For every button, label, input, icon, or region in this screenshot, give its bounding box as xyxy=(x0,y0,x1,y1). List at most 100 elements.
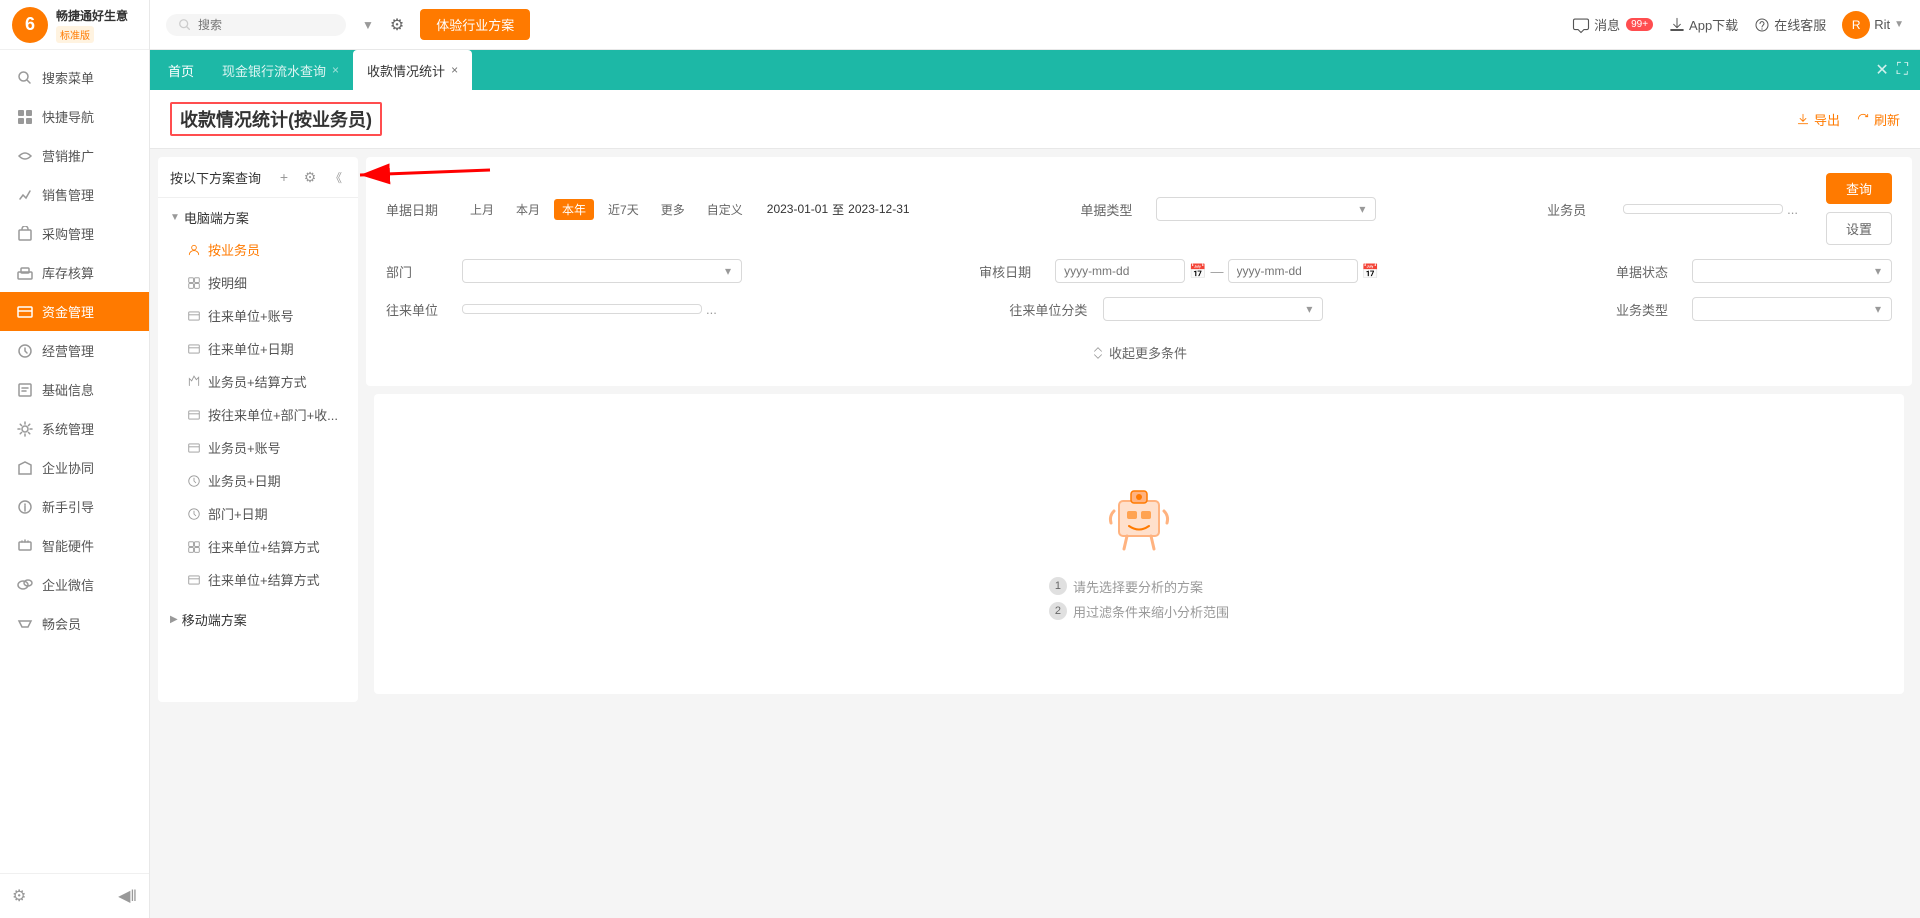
add-scheme-btn[interactable]: + xyxy=(274,167,294,187)
date-range-end: 2023-12-31 xyxy=(848,202,909,216)
sidebar-footer: ⚙ ◀‖ xyxy=(0,873,149,918)
guide-icon xyxy=(16,498,34,516)
tab-collection-stats-close[interactable]: × xyxy=(451,63,458,77)
mobile-group-header[interactable]: ▶ 移动端方案 xyxy=(158,604,358,635)
sidebar-item-purchase[interactable]: 采购管理 xyxy=(0,214,149,253)
sales-icon xyxy=(16,186,34,204)
scheme-item-counterpart-settlement1-label: 往来单位+结算方式 xyxy=(208,537,320,556)
collapse-more-btn[interactable]: 收起更多条件 xyxy=(1083,335,1195,370)
counterpart-input[interactable] xyxy=(462,304,702,314)
audit-date-start-input[interactable] xyxy=(1055,259,1185,283)
sidebar-item-search[interactable]: 搜索菜单 xyxy=(0,58,149,97)
sidebar-label-inventory: 库存核算 xyxy=(42,263,94,282)
scheme-item-by-details[interactable]: 按明细 xyxy=(158,266,358,299)
messages-btn[interactable]: 消息 99+ xyxy=(1572,15,1653,34)
tab-maximize-icon[interactable]: ⛶ xyxy=(1897,61,1908,79)
query-action-group: 查询 设置 xyxy=(1826,173,1892,245)
service-icon xyxy=(1754,17,1770,33)
sidebar-item-quicknav[interactable]: 快捷导航 xyxy=(0,97,149,136)
tab-bank-flow[interactable]: 现金银行流水查询 × xyxy=(208,50,353,90)
scheme-item-salesperson-settlement[interactable]: 业务员+结算方式 xyxy=(158,365,358,398)
messages-badge: 99+ xyxy=(1626,18,1653,31)
tab-close-all-icon[interactable]: ✕ xyxy=(1875,60,1888,80)
date-btn-custom[interactable]: 自定义 xyxy=(699,199,751,220)
audit-date-start-cal-icon[interactable]: 📅 xyxy=(1189,263,1206,280)
scheme-item-dept-date[interactable]: 部门+日期 xyxy=(158,497,358,530)
audit-date-end-input[interactable] xyxy=(1228,259,1358,283)
sidebar-label-quicknav: 快捷导航 xyxy=(42,107,94,126)
set-btn[interactable]: 设置 xyxy=(1826,212,1892,245)
desktop-group-header[interactable]: ▼ 电脑端方案 xyxy=(158,202,358,233)
counterpart-input-group: ... xyxy=(462,302,717,317)
date-btn-this-month[interactable]: 本月 xyxy=(508,199,548,220)
doc-type-select[interactable]: ▾ xyxy=(1156,197,1376,221)
collapse-sidebar-btn[interactable]: ◀‖ xyxy=(118,886,137,906)
scheme-item-salesperson-date[interactable]: 业务员+日期 xyxy=(158,464,358,497)
logo-area: 6 畅捷通好生意 标准版 xyxy=(0,0,149,50)
tab-home-label: 首页 xyxy=(168,61,194,80)
date-btn-this-year[interactable]: 本年 xyxy=(554,199,594,220)
scheme-settings-btn[interactable]: ⚙ xyxy=(300,167,320,187)
collapse-icon xyxy=(1091,346,1105,360)
salesperson-input[interactable] xyxy=(1623,204,1783,214)
try-industry-btn[interactable]: 体验行业方案 xyxy=(420,9,530,40)
topbar-settings-icon[interactable]: ⚙ xyxy=(390,15,404,35)
app-download-btn[interactable]: App下载 xyxy=(1669,15,1738,34)
sidebar-item-system[interactable]: 系统管理 xyxy=(0,409,149,448)
purchase-icon xyxy=(16,225,34,243)
topbar: ▼ ⚙ 体验行业方案 消息 99+ App下载 在线客服 R Rit ▼ xyxy=(150,0,1920,50)
user-dropdown-arrow[interactable]: ▼ xyxy=(1894,19,1904,30)
date-btn-more[interactable]: 更多 xyxy=(653,199,693,220)
sidebar-item-vip[interactable]: 畅会员 xyxy=(0,604,149,643)
refresh-label: 刷新 xyxy=(1874,110,1900,129)
sidebar-item-ops[interactable]: 经营管理 xyxy=(0,331,149,370)
online-service-btn[interactable]: 在线客服 xyxy=(1754,15,1826,34)
sidebar-item-wechat[interactable]: 企业微信 xyxy=(0,565,149,604)
tab-collection-stats[interactable]: 收款情况统计 × xyxy=(353,50,472,90)
query-btn[interactable]: 查询 xyxy=(1826,173,1892,204)
sidebar-item-guide[interactable]: 新手引导 xyxy=(0,487,149,526)
salesperson-more-btn[interactable]: ... xyxy=(1787,202,1798,217)
scheme-item-counterpart-date[interactable]: 往来单位+日期 xyxy=(158,332,358,365)
tab-bar: 首页 现金银行流水查询 × 收款情况统计 × ✕ ⛶ xyxy=(150,50,1920,90)
counterpart-cat-select[interactable]: ▾ xyxy=(1103,297,1323,321)
scheme-item-counterpart-account[interactable]: 往来单位+账号 xyxy=(158,299,358,332)
audit-date-end-cal-icon[interactable]: 📅 xyxy=(1362,263,1379,280)
counterpart-more-btn[interactable]: ... xyxy=(706,302,717,317)
tip-1-num: 1 xyxy=(1049,577,1067,595)
refresh-icon xyxy=(1856,112,1870,126)
sidebar-item-finance[interactable]: 资金管理 xyxy=(0,292,149,331)
user-name[interactable]: R Rit ▼ xyxy=(1842,11,1904,39)
scheme-item-by-salesperson[interactable]: 按业务员 xyxy=(158,233,358,266)
tab-home[interactable]: 首页 xyxy=(154,50,208,90)
sidebar-item-marketing[interactable]: 营销推广 xyxy=(0,136,149,175)
tab-bank-flow-close[interactable]: × xyxy=(332,63,339,77)
content-layout: 按以下方案查询 + ⚙ 《 ▼ 电脑端方案 xyxy=(150,149,1920,702)
sidebar-item-enterprise[interactable]: 企业协同 xyxy=(0,448,149,487)
scheme-item-by-counterpart-dept[interactable]: 按往来单位+部门+收... xyxy=(158,398,358,431)
topbar-dropdown-arrow[interactable]: ▼ xyxy=(362,18,374,32)
dept-arrow: ▾ xyxy=(725,264,731,278)
doc-status-select[interactable]: ▾ xyxy=(1692,259,1892,283)
scheme-item-counterpart-settlement2[interactable]: 往来单位+结算方式 xyxy=(158,563,358,596)
sidebar-item-basicinfo[interactable]: 基础信息 xyxy=(0,370,149,409)
sidebar-item-hardware[interactable]: 智能硬件 xyxy=(0,526,149,565)
scheme-item-counterpart-dept-label: 按往来单位+部门+收... xyxy=(208,405,338,424)
tab-controls: ✕ ⛶ xyxy=(1875,60,1916,80)
scheme-item-by-salesperson-label: 按业务员 xyxy=(208,240,260,259)
sidebar-item-inventory[interactable]: 库存核算 xyxy=(0,253,149,292)
scheme-item-counterpart-settlement1[interactable]: 往来单位+结算方式 xyxy=(158,530,358,563)
date-btn-last-month[interactable]: 上月 xyxy=(462,199,502,220)
refresh-btn[interactable]: 刷新 xyxy=(1856,110,1900,129)
topbar-search-input[interactable] xyxy=(198,18,318,32)
sidebar-label-guide: 新手引导 xyxy=(42,497,94,516)
biz-type-select[interactable]: ▾ xyxy=(1692,297,1892,321)
settings-footer-icon[interactable]: ⚙ xyxy=(12,886,26,906)
date-btn-7days[interactable]: 近7天 xyxy=(600,199,647,220)
sidebar-item-sales[interactable]: 销售管理 xyxy=(0,175,149,214)
scheme-item-salesperson-account[interactable]: 业务员+账号 xyxy=(158,431,358,464)
export-btn[interactable]: 导出 xyxy=(1796,110,1840,129)
topbar-search-box[interactable] xyxy=(166,14,346,36)
collapse-panel-btn[interactable]: 《 xyxy=(326,167,346,187)
dept-select[interactable]: ▾ xyxy=(462,259,742,283)
